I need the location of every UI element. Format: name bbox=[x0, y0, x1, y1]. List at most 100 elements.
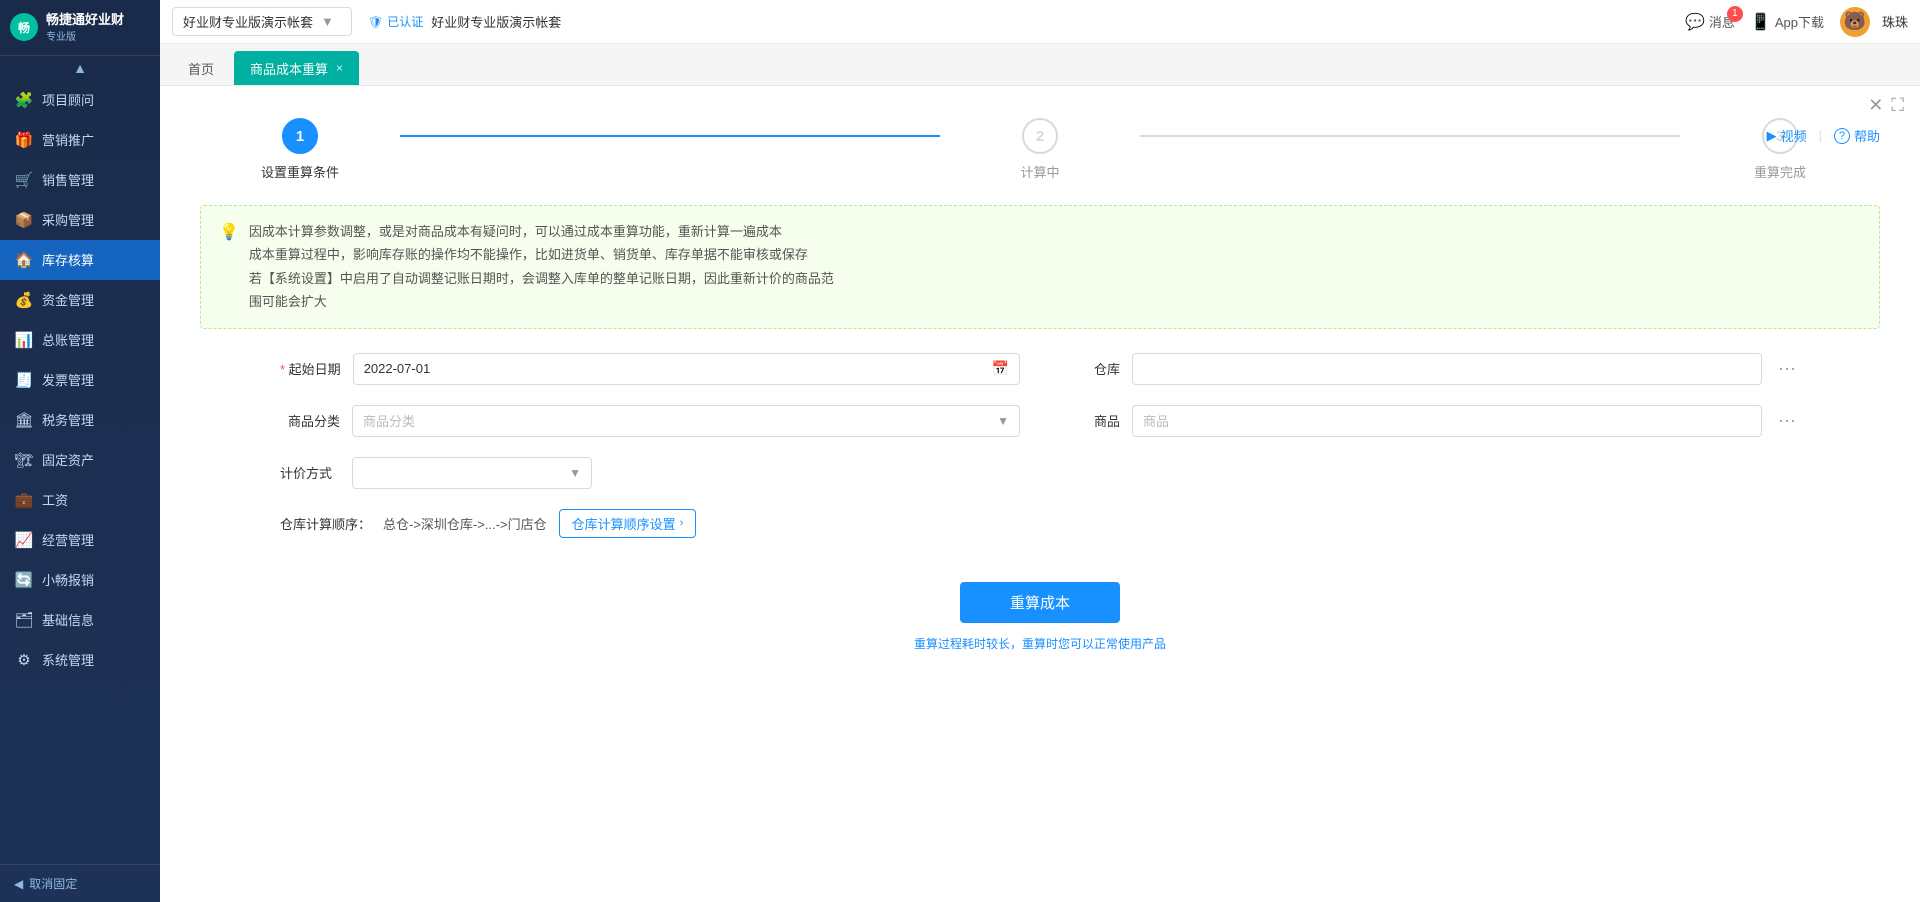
sidebar-item-assets[interactable]: 🏗 固定资产 bbox=[0, 440, 160, 480]
step-1-circle: 1 bbox=[282, 118, 318, 154]
inventory-icon: 🏠 bbox=[14, 250, 34, 270]
warehouse-order-label: 仓库计算顺序： bbox=[280, 514, 371, 533]
step-2-circle: 2 bbox=[1022, 118, 1058, 154]
warehouse-order-settings-btn[interactable]: 仓库计算顺序设置 › bbox=[559, 509, 697, 538]
calendar-icon[interactable]: 📅 bbox=[992, 360, 1009, 377]
recalculate-btn[interactable]: 重算成本 bbox=[960, 582, 1120, 623]
sales-icon: 🛒 bbox=[14, 170, 34, 190]
logo-icon: 畅 bbox=[10, 13, 38, 41]
step-1-group: 1 设置重算条件 bbox=[200, 118, 400, 181]
warehouse-field: 仓库 ··· bbox=[1060, 353, 1800, 385]
product-field: 商品 商品 ··· bbox=[1060, 405, 1800, 437]
sidebar-item-invoice[interactable]: 🧾 发票管理 bbox=[0, 360, 160, 400]
category-label: 商品分类 bbox=[280, 411, 340, 430]
form-row-2: 商品分类 商品分类 ▼ 商品 商品 ··· bbox=[280, 405, 1800, 437]
step-line-2 bbox=[1140, 135, 1680, 137]
start-date-input[interactable]: 2022-07-01 📅 bbox=[353, 353, 1020, 385]
form-row-1: 起始日期 2022-07-01 📅 仓库 ··· bbox=[280, 353, 1800, 385]
selector-arrow-icon: ▼ bbox=[321, 14, 334, 29]
help-btn[interactable]: ? 帮助 bbox=[1834, 126, 1880, 145]
play-icon: ▶ bbox=[1767, 128, 1777, 144]
warehouse-order-row: 仓库计算顺序： 总仓->深圳仓库->...->门店仓 仓库计算顺序设置 › bbox=[160, 509, 1920, 538]
sidebar-logo: 畅 畅捷通好业财 专业版 bbox=[0, 0, 160, 56]
submit-area: 重算成本 重算过程耗时较长，重算时您可以正常使用产品 bbox=[160, 562, 1920, 672]
system-icon: ⚙ bbox=[14, 650, 34, 670]
warehouse-order-value: 总仓->深圳仓库->...->门店仓 bbox=[383, 514, 547, 533]
form-area: 起始日期 2022-07-01 📅 仓库 ··· 商品分类 商 bbox=[160, 353, 1920, 437]
logo-text: 畅捷通好业财 专业版 bbox=[46, 12, 124, 43]
expense-icon: 🔄 bbox=[14, 570, 34, 590]
message-icon: 💬 bbox=[1685, 12, 1705, 32]
step-line-1 bbox=[400, 135, 940, 137]
finance-icon: 💰 bbox=[14, 290, 34, 310]
notice-box: 💡 因成本计算参数调整，或是对商品成本有疑问时，可以通过成本重算功能，重新计算一… bbox=[200, 205, 1880, 329]
operation-icon: 📈 bbox=[14, 530, 34, 550]
steps-actions: ▶ 视频 | ? 帮助 bbox=[1767, 126, 1880, 145]
submit-hint: 重算过程耗时较长，重算时您可以正常使用产品 bbox=[914, 635, 1166, 652]
warehouse-more-icon[interactable]: ··· bbox=[1774, 358, 1800, 379]
purchase-icon: 📦 bbox=[14, 210, 34, 230]
shield-icon: 🛡 bbox=[368, 15, 383, 29]
step-1-label: 设置重算条件 bbox=[261, 162, 339, 181]
message-action[interactable]: 💬 消息 1 bbox=[1685, 12, 1735, 32]
company-selector[interactable]: 好业财专业版演示帐套 ▼ bbox=[172, 7, 352, 36]
sidebar-item-tax[interactable]: 🏛 税务管理 bbox=[0, 400, 160, 440]
assets-icon: 🏗 bbox=[14, 450, 34, 470]
notice-content: 因成本计算参数调整，或是对商品成本有疑问时，可以通过成本重算功能，重新计算一遍成… bbox=[249, 220, 834, 314]
chevron-right-icon: › bbox=[680, 517, 684, 529]
avatar-image: 🐻 bbox=[1840, 7, 1870, 37]
phone-icon: 📱 bbox=[1751, 12, 1771, 32]
accounting-icon: 📊 bbox=[14, 330, 34, 350]
tab-close-icon[interactable]: × bbox=[336, 61, 343, 75]
sidebar-scroll-up[interactable]: ▲ bbox=[0, 56, 160, 80]
product-more-icon[interactable]: ··· bbox=[1774, 410, 1800, 431]
invoice-icon: 🧾 bbox=[14, 370, 34, 390]
salary-icon: 💼 bbox=[14, 490, 34, 510]
user-avatar[interactable]: 🐻 珠珠 bbox=[1840, 7, 1908, 37]
category-arrow-icon: ▼ bbox=[997, 414, 1009, 428]
pricing-arrow-icon: ▼ bbox=[569, 466, 581, 480]
tab-home[interactable]: 首页 bbox=[172, 51, 230, 85]
pricing-select[interactable]: ▼ bbox=[352, 457, 592, 489]
sidebar-item-system[interactable]: ⚙ 系统管理 bbox=[0, 640, 160, 680]
pricing-label: 计价方式 bbox=[280, 463, 340, 482]
product-label: 商品 bbox=[1060, 411, 1120, 430]
steps-container: 1 设置重算条件 2 计算中 3 重算完成 ▶ 视 bbox=[160, 86, 1920, 205]
warehouse-label: 仓库 bbox=[1060, 359, 1120, 378]
sidebar-item-finance[interactable]: 💰 资金管理 bbox=[0, 280, 160, 320]
sidebar-item-marketing[interactable]: 🎁 营销推广 bbox=[0, 120, 160, 160]
marketing-icon: 🎁 bbox=[14, 130, 34, 150]
sidebar-item-basic[interactable]: 🗂 基础信息 bbox=[0, 600, 160, 640]
sidebar-item-purchase[interactable]: 📦 采购管理 bbox=[0, 200, 160, 240]
tabbar: 首页 商品成本重算 × bbox=[160, 44, 1920, 86]
sidebar-collapse-btn[interactable]: ◀ 取消固定 bbox=[0, 864, 160, 902]
category-select[interactable]: 商品分类 ▼ bbox=[352, 405, 1020, 437]
collapse-icon: ◀ bbox=[14, 877, 23, 891]
sidebar-nav: 🧩 项目顾问 🎁 营销推广 🛒 销售管理 📦 采购管理 🏠 库存核算 💰 资金管… bbox=[0, 80, 160, 864]
sidebar-item-operation[interactable]: 📈 经营管理 bbox=[0, 520, 160, 560]
pricing-row: 计价方式 ▼ bbox=[160, 457, 1920, 489]
content-area: ✕ ⛶ 1 设置重算条件 2 计算中 3 bbox=[160, 86, 1920, 902]
main-area: 好业财专业版演示帐套 ▼ 🛡 已认证 好业财专业版演示帐套 💬 消息 1 📱 A… bbox=[160, 0, 1920, 902]
start-date-field: 起始日期 2022-07-01 📅 bbox=[280, 353, 1020, 385]
video-btn[interactable]: ▶ 视频 bbox=[1767, 126, 1807, 145]
step-2-label: 计算中 bbox=[1020, 162, 1059, 181]
sidebar-item-salary[interactable]: 💼 工资 bbox=[0, 480, 160, 520]
sidebar-item-project[interactable]: 🧩 项目顾问 bbox=[0, 80, 160, 120]
topbar-right: 💬 消息 1 📱 App下载 🐻 珠珠 bbox=[1685, 7, 1908, 37]
app-download-action[interactable]: 📱 App下载 bbox=[1751, 12, 1824, 32]
tab-cost-recalc[interactable]: 商品成本重算 × bbox=[234, 51, 359, 85]
verified-badge: 🛡 已认证 bbox=[368, 13, 423, 30]
tax-icon: 🏛 bbox=[14, 410, 34, 430]
warehouse-input[interactable] bbox=[1132, 353, 1762, 385]
lightbulb-icon: 💡 bbox=[219, 222, 239, 242]
sidebar-item-expense[interactable]: 🔄 小畅报销 bbox=[0, 560, 160, 600]
step-2-group: 2 计算中 bbox=[940, 118, 1140, 181]
sidebar-item-sales[interactable]: 🛒 销售管理 bbox=[0, 160, 160, 200]
category-field: 商品分类 商品分类 ▼ bbox=[280, 405, 1020, 437]
sidebar-item-inventory[interactable]: 🏠 库存核算 bbox=[0, 240, 160, 280]
product-input[interactable]: 商品 bbox=[1132, 405, 1762, 437]
help-circle-icon: ? bbox=[1834, 128, 1850, 144]
topbar: 好业财专业版演示帐套 ▼ 🛡 已认证 好业财专业版演示帐套 💬 消息 1 📱 A… bbox=[160, 0, 1920, 44]
sidebar-item-accounting[interactable]: 📊 总账管理 bbox=[0, 320, 160, 360]
